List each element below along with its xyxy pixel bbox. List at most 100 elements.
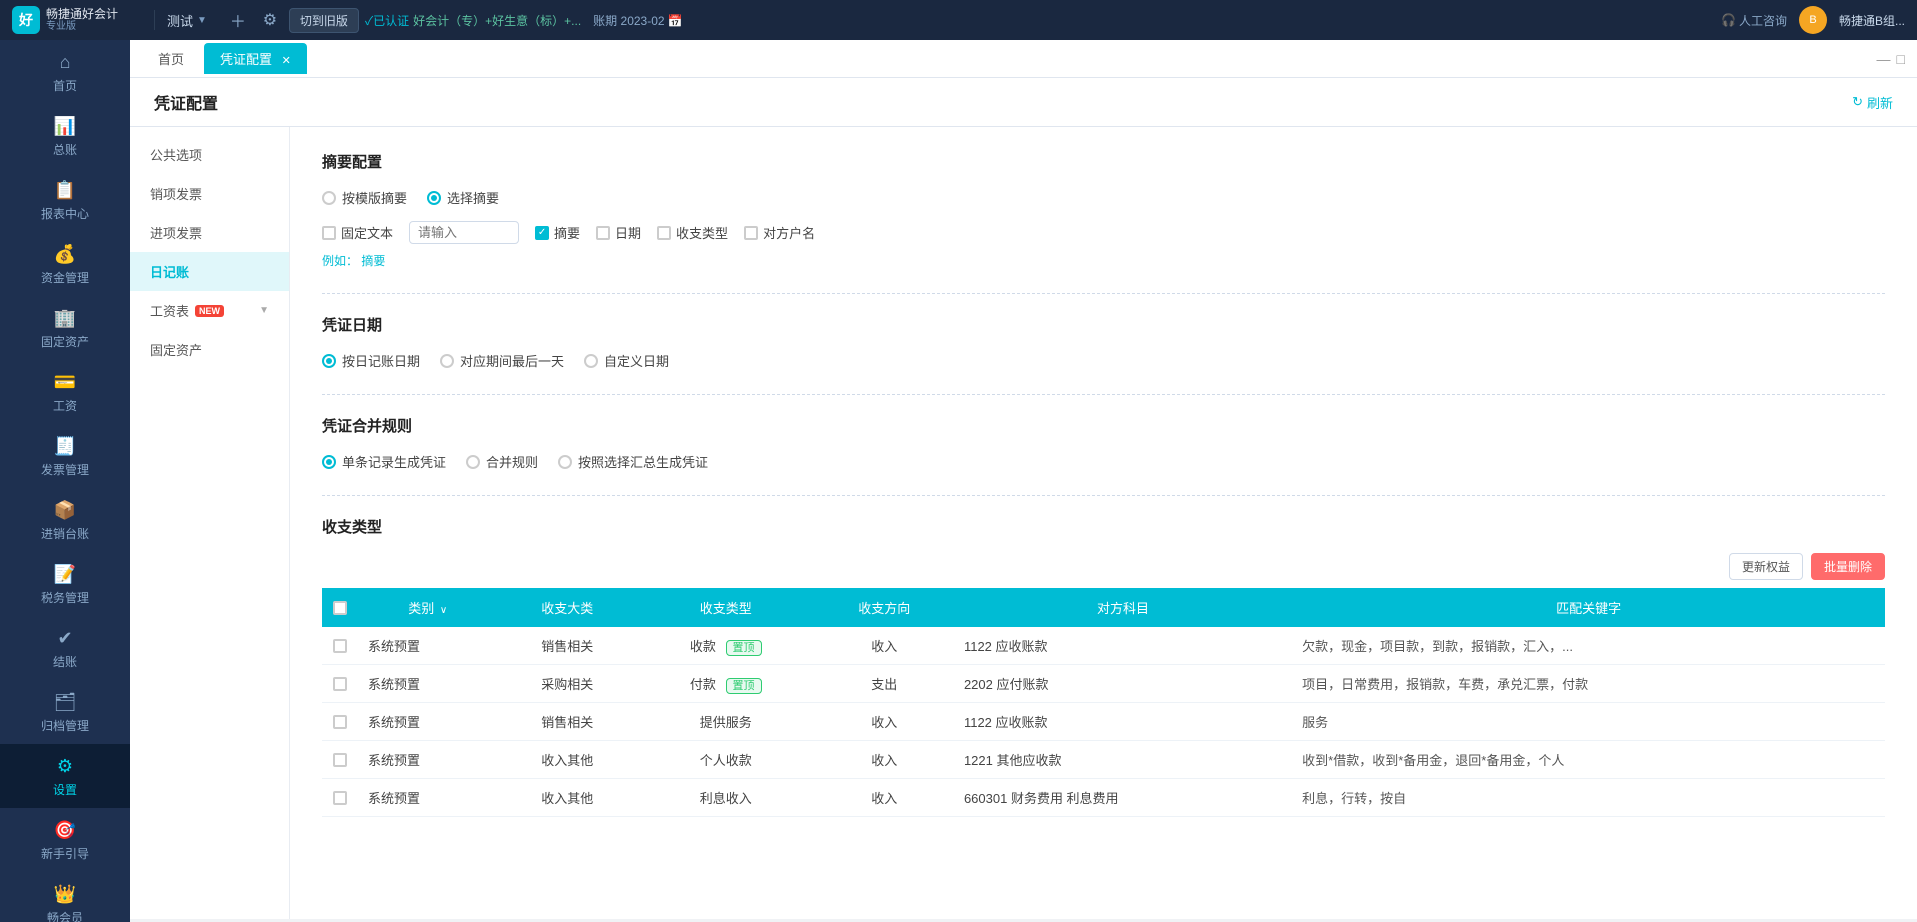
merge-section: 凭证合并规则 单条记录生成凭证 合并规则 按照选择汇总生成凭证 <box>322 415 1885 471</box>
radio-by-date[interactable]: 按日记账日期 <box>322 351 420 370</box>
radio-circle-checked <box>427 191 441 205</box>
env-selector[interactable]: 测试 ▼ <box>167 11 207 30</box>
divider <box>322 293 1885 294</box>
sidebar-label: 资金管理 <box>41 269 89 286</box>
reset-tag[interactable]: 置顶 <box>726 678 762 694</box>
tab-voucher-config[interactable]: 凭证配置 ✕ <box>204 43 307 74</box>
sidebar-item-ledger[interactable]: 📊 总账 <box>0 104 130 168</box>
add-button[interactable]: ＋ <box>225 7 251 33</box>
checkbox-income-type[interactable]: 收支类型 <box>657 223 728 242</box>
tab-home[interactable]: 首页 <box>142 43 200 74</box>
sidebar-item-home[interactable]: ⌂ 首页 <box>0 40 130 104</box>
cell-type: 付款 置顶 <box>637 665 815 703</box>
settings-icon[interactable]: ⚙ <box>257 7 283 33</box>
nav-item-public[interactable]: 公共选项 <box>130 135 289 174</box>
row-checkbox[interactable] <box>333 753 347 767</box>
sidebar: ⌂ 首页 📊 总账 📋 报表中心 💰 资金管理 🏢 固定资产 💳 工资 🧾 发票… <box>0 40 130 922</box>
sidebar-label: 税务管理 <box>41 589 89 606</box>
sidebar-item-close[interactable]: ✔ 结账 <box>0 616 130 680</box>
row-checkbox[interactable] <box>333 677 347 691</box>
maximize-icon[interactable]: □ <box>1897 51 1905 67</box>
nav-item-salary[interactable]: 工资表 NEW ▼ <box>130 291 289 330</box>
radio-aggregate[interactable]: 按照选择汇总生成凭证 <box>558 452 708 471</box>
batch-delete-button[interactable]: 批量删除 <box>1811 553 1885 580</box>
checkbox-summary[interactable]: ✓ 摘要 <box>535 223 580 242</box>
refresh-icon: ↻ <box>1852 94 1863 110</box>
cell-direction: 收入 <box>814 627 953 665</box>
sidebar-item-salary[interactable]: 💳 工资 <box>0 360 130 424</box>
service-button[interactable]: 🎧 人工咨询 <box>1721 12 1787 29</box>
fixed-text-input[interactable] <box>409 221 519 244</box>
sidebar-item-stock[interactable]: 📦 进销台账 <box>0 488 130 552</box>
col-major: 收支大类 <box>497 588 636 627</box>
select-all-checkbox[interactable] <box>333 601 347 615</box>
switch-version-button[interactable]: 切到旧版 <box>289 8 359 33</box>
radio-custom-date[interactable]: 自定义日期 <box>584 351 669 370</box>
cell-major: 采购相关 <box>497 665 636 703</box>
radio-template-summary[interactable]: 按模版摘要 <box>322 188 407 207</box>
member-icon: 👑 <box>54 884 76 905</box>
sidebar-item-funds[interactable]: 💰 资金管理 <box>0 232 130 296</box>
update-equity-button[interactable]: 更新权益 <box>1729 553 1803 580</box>
sidebar-item-tax[interactable]: 📝 税务管理 <box>0 552 130 616</box>
divider <box>154 10 155 30</box>
divider <box>322 495 1885 496</box>
sidebar-item-guide[interactable]: 🎯 新手引导 <box>0 808 130 872</box>
radio-circle <box>440 354 454 368</box>
income-table: 类别 ∨ 收支大类 收支类型 收支方向 对方科目 匹配关键字 <box>322 588 1885 817</box>
cell-category: 系统预置 <box>358 741 497 779</box>
nav-item-sales-invoice[interactable]: 销项发票 <box>130 174 289 213</box>
nav-item-purchase-invoice[interactable]: 进项发票 <box>130 213 289 252</box>
date-title: 凭证日期 <box>322 314 1885 335</box>
row-checkbox[interactable] <box>333 715 347 729</box>
sidebar-label: 总账 <box>53 141 77 158</box>
minimize-icon[interactable]: — <box>1877 51 1891 67</box>
cell-type: 提供服务 <box>637 703 815 741</box>
reset-tag[interactable]: 置顶 <box>726 640 762 656</box>
checkbox-counterpart-name[interactable]: 对方户名 <box>744 223 815 242</box>
top-center: ＋ ⚙ 切到旧版 ✓已认证 好会计（专）+好生意（标）+... 账期 2023-… <box>225 7 1713 33</box>
user-name: 畅捷通B组... <box>1839 12 1905 29</box>
close-icon[interactable]: ✕ <box>282 55 291 67</box>
cell-direction: 收入 <box>814 741 953 779</box>
avatar: B <box>1799 6 1827 34</box>
row-checkbox[interactable] <box>333 791 347 805</box>
sidebar-item-reports[interactable]: 📋 报表中心 <box>0 168 130 232</box>
invoice-icon: 🧾 <box>54 436 76 457</box>
sidebar-item-member[interactable]: 👑 畅会员 <box>0 872 130 922</box>
cell-major: 收入其他 <box>497 779 636 817</box>
sidebar-label: 归档管理 <box>41 717 89 734</box>
row-checkbox[interactable] <box>333 639 347 653</box>
cell-account: 660301 财务费用 利息费用 <box>954 779 1292 817</box>
sidebar-item-assets[interactable]: 🏢 固定资产 <box>0 296 130 360</box>
tax-icon: 📝 <box>54 564 76 585</box>
cell-type: 收款 置顶 <box>637 627 815 665</box>
sidebar-label: 新手引导 <box>41 845 89 862</box>
radio-circle-checked <box>322 354 336 368</box>
refresh-button[interactable]: ↻ 刷新 <box>1852 93 1893 112</box>
page-header: 凭证配置 ↻ 刷新 <box>130 78 1917 127</box>
sidebar-item-archive[interactable]: 🗂 归档管理 <box>0 680 130 744</box>
radio-single-record[interactable]: 单条记录生成凭证 <box>322 452 446 471</box>
cell-major: 销售相关 <box>497 703 636 741</box>
headset-icon: 🎧 <box>1721 13 1736 27</box>
nav-item-fixed-assets[interactable]: 固定资产 <box>130 330 289 369</box>
cell-category: 系统预置 <box>358 703 497 741</box>
sidebar-item-settings[interactable]: ⚙ 设置 <box>0 744 130 808</box>
summary-section: 摘要配置 按模版摘要 选择摘要 <box>322 151 1885 269</box>
table-header-actions: 更新权益 批量删除 <box>322 553 1885 580</box>
radio-select-summary[interactable]: 选择摘要 <box>427 188 499 207</box>
checkbox-box <box>596 226 610 240</box>
checkbox-date[interactable]: 日期 <box>596 223 641 242</box>
radio-last-day[interactable]: 对应期间最后一天 <box>440 351 564 370</box>
home-icon: ⌂ <box>60 52 71 73</box>
cell-account: 1122 应收账款 <box>954 703 1292 741</box>
cell-account: 1221 其他应收款 <box>954 741 1292 779</box>
nav-item-journal[interactable]: 日记账 <box>130 252 289 291</box>
cell-direction: 支出 <box>814 665 953 703</box>
checkbox-fixed-text[interactable]: 固定文本 <box>322 223 393 242</box>
radio-merge-rule[interactable]: 合并规则 <box>466 452 538 471</box>
col-category: 类别 ∨ <box>358 588 497 627</box>
sidebar-item-invoice[interactable]: 🧾 发票管理 <box>0 424 130 488</box>
content-layout: 公共选项 销项发票 进项发票 日记账 工资表 NEW ▼ 固定资产 摘要配置 <box>130 127 1917 919</box>
